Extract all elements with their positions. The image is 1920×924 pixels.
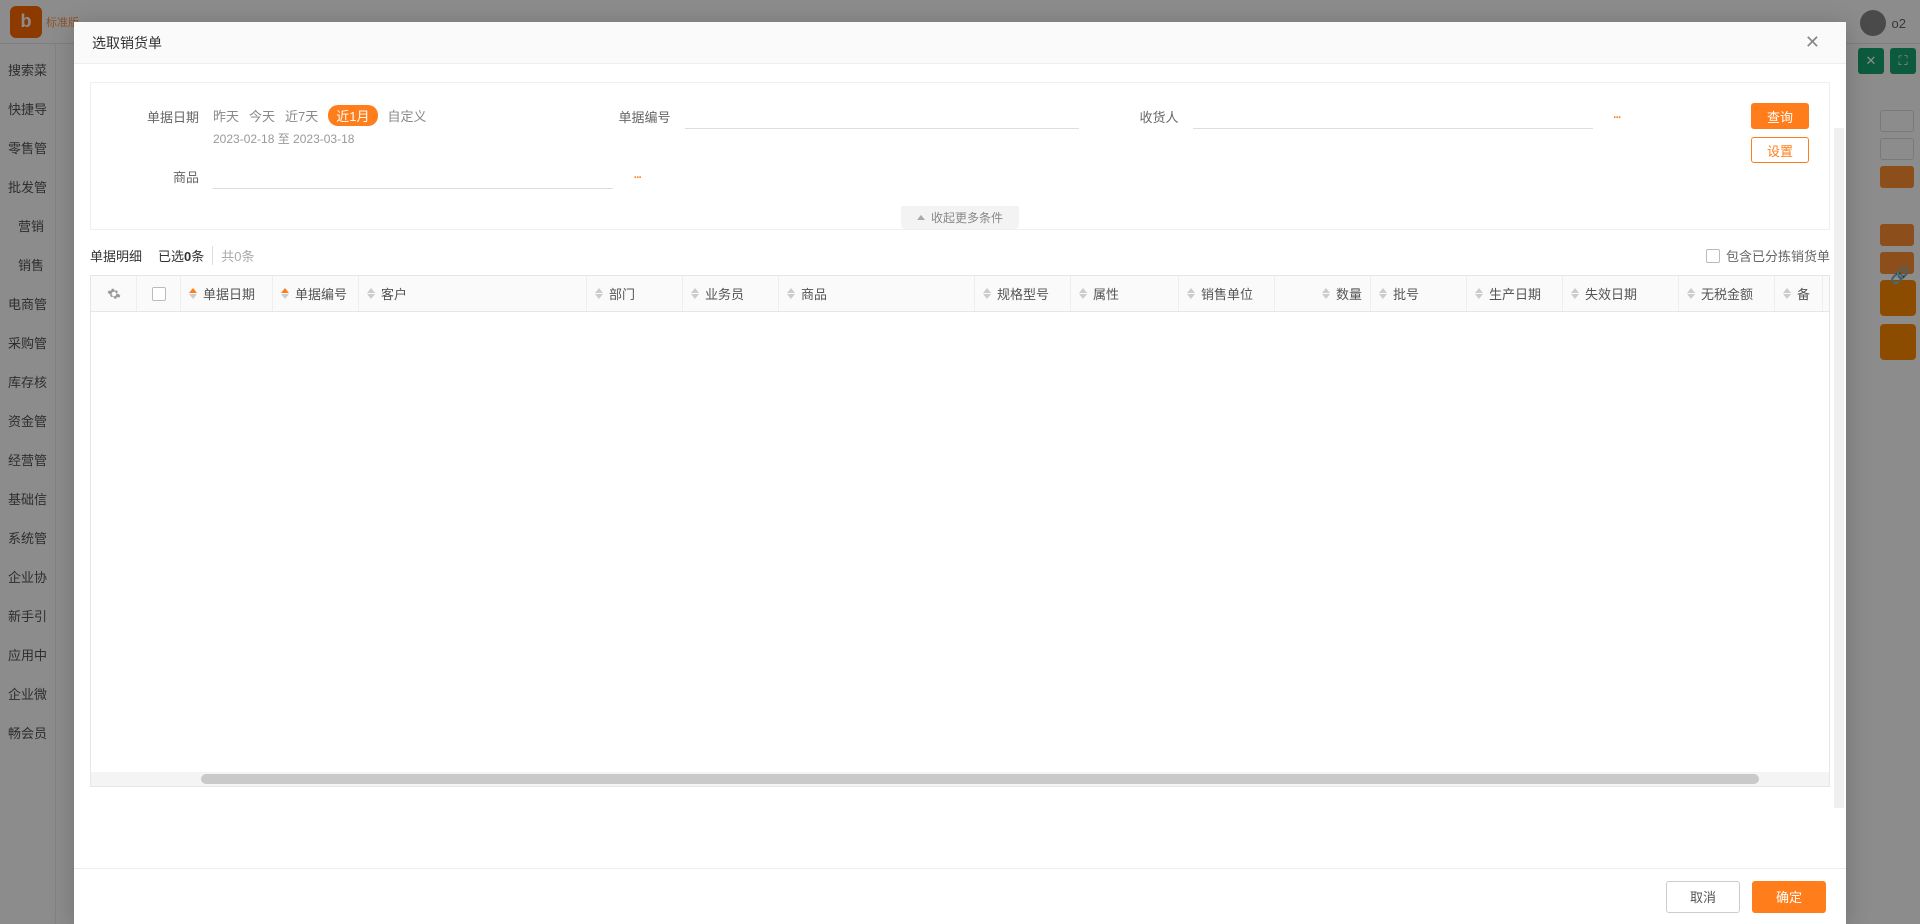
horizontal-scrollbar[interactable] [91,772,1829,786]
gear-icon [107,287,121,301]
product-label: 商品 [115,165,199,186]
total-count: 共0条 [212,246,254,265]
col-net-amount[interactable]: 无税金额 [1679,276,1775,311]
chevron-up-icon [917,215,925,220]
col-prod-date[interactable]: 生产日期 [1467,276,1563,311]
table-header: 单据日期 单据编号 客户 部门 业务员 商品 规格型号 属性 销售单位 数量 批… [91,276,1829,312]
close-icon[interactable]: ✕ [1797,28,1828,57]
col-qty[interactable]: 数量 [1275,276,1371,311]
cancel-button[interactable]: 取消 [1666,881,1740,913]
date-option-today[interactable]: 今天 [249,106,275,125]
col-customer[interactable]: 客户 [359,276,587,311]
modal-body: 查询 设置 单据日期 昨天 今天 近7天 近1月 自定义 2023-02-18 [74,64,1846,868]
collapse-filters-button[interactable]: 收起更多条件 [901,206,1019,229]
include-picked-checkbox[interactable]: 包含已分拣销货单 [1706,246,1830,265]
settings-button[interactable]: 设置 [1751,137,1809,163]
date-option-custom[interactable]: 自定义 [388,106,427,125]
col-attr[interactable]: 属性 [1071,276,1179,311]
date-option-yesterday[interactable]: 昨天 [213,106,239,125]
filter-docno: 单据编号 [587,105,1079,129]
modal-footer: 取消 确定 [74,868,1846,924]
scrollbar-thumb[interactable] [201,774,1759,784]
col-product[interactable]: 商品 [779,276,975,311]
select-all-checkbox[interactable] [137,276,181,311]
col-dept[interactable]: 部门 [587,276,683,311]
col-remark[interactable]: 备 [1775,276,1823,311]
more-icon[interactable]: ... [633,165,640,183]
table-settings-button[interactable] [91,276,137,311]
confirm-button[interactable]: 确定 [1752,881,1826,913]
docno-input[interactable] [685,105,1079,129]
modal-header: 选取销货单 ✕ [74,22,1846,64]
checkbox-icon[interactable] [1706,249,1720,263]
include-picked-label: 包含已分拣销货单 [1726,246,1830,265]
receiver-input[interactable] [1193,105,1593,129]
col-date[interactable]: 单据日期 [181,276,273,311]
date-label: 单据日期 [115,105,199,126]
collapse-text: 收起更多条件 [931,209,1003,226]
filter-product: 商品 ... [115,165,640,189]
filter-panel: 查询 设置 单据日期 昨天 今天 近7天 近1月 自定义 2023-02-18 [90,82,1830,230]
receiver-label: 收货人 [1119,105,1179,126]
date-option-1month[interactable]: 近1月 [328,105,377,126]
table-body-empty [91,312,1829,772]
modal-title: 选取销货单 [92,33,162,53]
product-input[interactable] [213,165,613,189]
more-icon[interactable]: ... [1613,105,1620,123]
selected-count: 已选0条 [158,246,204,265]
list-header: 单据明细 已选0条 共0条 包含已分拣销货单 [90,246,1830,265]
detail-title: 单据明细 [90,246,142,265]
filter-receiver: 收货人 ... [1119,105,1620,129]
vertical-scrollbar[interactable] [1834,128,1844,808]
date-range-value: 2023-02-18 至 2023-03-18 [213,130,427,147]
filter-actions: 查询 设置 [1751,103,1809,163]
filter-date: 单据日期 昨天 今天 近7天 近1月 自定义 2023-02-18 至 2023… [115,105,427,147]
search-button[interactable]: 查询 [1751,103,1809,129]
col-salesman[interactable]: 业务员 [683,276,779,311]
select-sales-order-modal: 选取销货单 ✕ 查询 设置 单据日期 昨天 今天 近7天 近1月 [74,22,1846,924]
docno-label: 单据编号 [587,105,671,126]
col-batch[interactable]: 批号 [1371,276,1467,311]
date-range-tabs: 昨天 今天 近7天 近1月 自定义 [213,105,427,126]
results-table: 单据日期 单据编号 客户 部门 业务员 商品 规格型号 属性 销售单位 数量 批… [90,275,1830,787]
date-option-7days[interactable]: 近7天 [285,106,318,125]
col-spec[interactable]: 规格型号 [975,276,1071,311]
col-unit[interactable]: 销售单位 [1179,276,1275,311]
col-docno[interactable]: 单据编号 [273,276,359,311]
col-expiry[interactable]: 失效日期 [1563,276,1679,311]
